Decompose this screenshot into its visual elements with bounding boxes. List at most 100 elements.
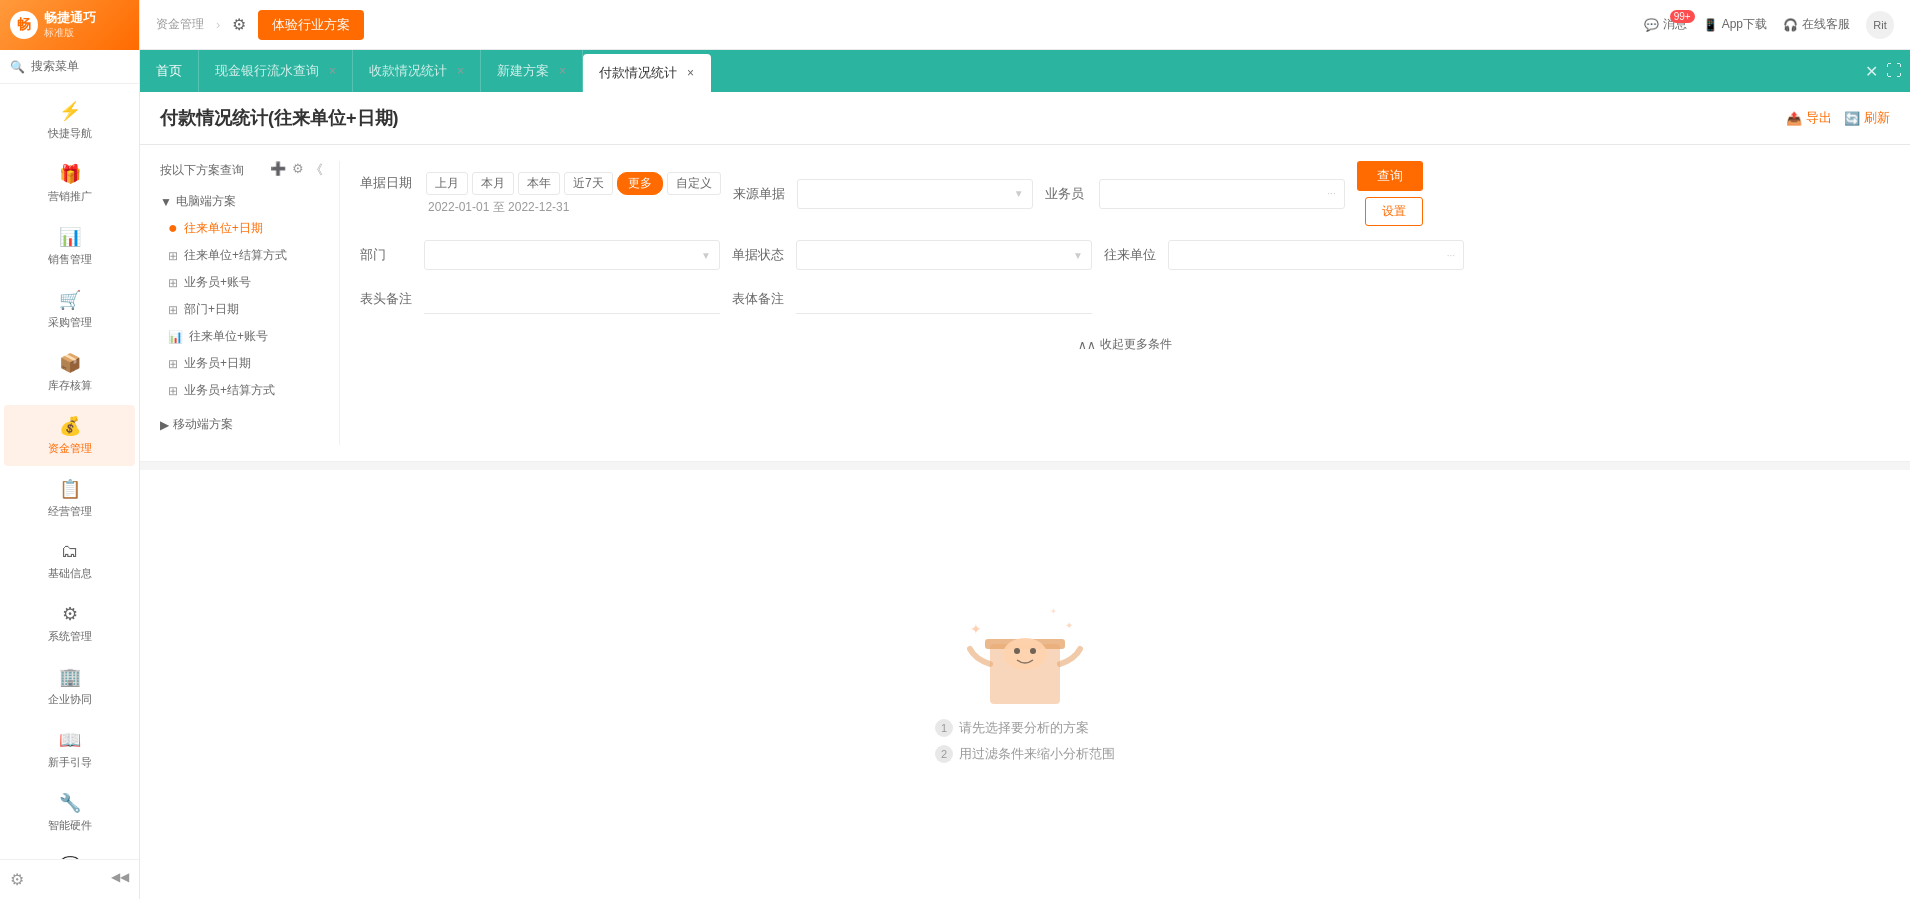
trial-btn[interactable]: 体验行业方案: [258, 10, 364, 40]
filter-cell-doc-status: 单据状态 ▼: [732, 240, 1092, 270]
sidebar-item-label-basic: 基础信息: [48, 566, 92, 581]
date-btn-7days[interactable]: 近7天: [564, 172, 613, 195]
sidebar-item-icon-guide: 📖: [59, 729, 81, 751]
filter-tree-item-icon-counterpart-settle: ⊞: [168, 249, 178, 263]
filter-tree-item-dept-date[interactable]: ⊞ 部门+日期: [160, 296, 323, 323]
sidebar-footer-settings-icon[interactable]: ⚙: [10, 870, 24, 889]
tab-close-all-icon[interactable]: ✕: [1865, 62, 1878, 81]
filter-sidebar-label: 按以下方案查询: [160, 162, 244, 179]
empty-text: 1 请先选择要分析的方案 2 用过滤条件来缩小分析范围: [935, 719, 1115, 771]
date-btn-more[interactable]: 更多: [617, 172, 663, 195]
filter-settings-icon[interactable]: ⚙: [292, 161, 304, 179]
query-btn[interactable]: 查询: [1357, 161, 1423, 191]
sidebar-item-guide[interactable]: 📖 新手引导: [4, 719, 135, 780]
date-btn-last-month[interactable]: 上月: [426, 172, 468, 195]
sidebar-footer-collapse-icon[interactable]: ◀◀: [111, 870, 129, 889]
export-btn[interactable]: 📤 导出: [1786, 109, 1832, 127]
user-avatar[interactable]: Rit: [1866, 11, 1894, 39]
filter-tree-item-staff-account[interactable]: ⊞ 业务员+账号: [160, 269, 323, 296]
sidebar-item-icon-operations: 📋: [59, 478, 81, 500]
tab-new-plan[interactable]: 新建方案 ×: [481, 50, 583, 92]
filter-tree-item-counterpart-date[interactable]: ● 往来单位+日期: [160, 214, 323, 242]
tab-bank-flow-close-icon[interactable]: ×: [329, 64, 336, 78]
sidebar-header: 畅 畅捷通巧 标准版: [0, 0, 139, 50]
sidebar-item-enterprise[interactable]: 🏢 企业协同: [4, 656, 135, 717]
sidebar-item-label-finance: 资金管理: [48, 441, 92, 456]
sidebar-item-icon-system: ⚙: [62, 603, 78, 625]
doc-status-select[interactable]: ▼: [796, 240, 1092, 270]
tab-home[interactable]: 首页: [140, 50, 199, 92]
sidebar-item-system[interactable]: ⚙ 系统管理: [4, 593, 135, 654]
dept-select[interactable]: ▼: [424, 240, 720, 270]
date-btn-this-month[interactable]: 本月: [472, 172, 514, 195]
staff-label: 业务员: [1045, 185, 1095, 203]
date-btn-this-year[interactable]: 本年: [518, 172, 560, 195]
filter-tree-item-counterpart-settle[interactable]: ⊞ 往来单位+结算方式: [160, 242, 323, 269]
doc-status-label: 单据状态: [732, 246, 792, 264]
sidebar-item-quick-nav[interactable]: ⚡ 快捷导航: [4, 90, 135, 151]
sidebar-item-operations[interactable]: 📋 经营管理: [4, 468, 135, 529]
svg-text:✦: ✦: [970, 621, 982, 637]
filter-tree-item-counterpart-account[interactable]: 📊 往来单位+账号: [160, 323, 323, 350]
sidebar-item-inventory[interactable]: 📦 库存核算: [4, 342, 135, 403]
collapse-bar[interactable]: ∧∧ 收起更多条件: [360, 328, 1890, 361]
sidebar-item-wechat[interactable]: 💬 企业微信: [4, 845, 135, 859]
sidebar-item-label-hardware: 智能硬件: [48, 818, 92, 833]
empty-text-item-2: 2 用过滤条件来缩小分析范围: [935, 745, 1115, 763]
filter-tree-item-staff-settle[interactable]: ⊞ 业务员+结算方式: [160, 377, 323, 404]
tab-new-plan-label: 新建方案: [497, 62, 549, 80]
tab-expand-icon[interactable]: ⛶: [1886, 62, 1902, 80]
notifications-btn[interactable]: 💬 消息 99+: [1644, 16, 1687, 33]
filter-tree-mobile-group: ▶ 移动端方案: [160, 412, 323, 437]
sidebar-item-icon-sales: 📊: [59, 226, 81, 248]
page-header: 付款情况统计(往来单位+日期) 📤 导出 🔄 刷新: [140, 92, 1910, 145]
tab-payment-plan[interactable]: 付款情况统计 ×: [583, 54, 711, 92]
sidebar-item-label-purchase: 采购管理: [48, 315, 92, 330]
sidebar-logo-text: 畅捷通巧 标准版: [44, 10, 96, 40]
filter-cell-date: 单据日期 上月 本月 本年 近7天 更多 自定义: [360, 172, 721, 216]
staff-select[interactable]: ···: [1099, 179, 1345, 209]
notifications-badge: 99+: [1670, 10, 1695, 23]
body-note-input[interactable]: [796, 284, 1092, 314]
tab-bank-flow[interactable]: 现金银行流水查询 ×: [199, 50, 353, 92]
filter-collapse-icon[interactable]: 《: [310, 161, 323, 179]
source-select[interactable]: ▼: [797, 179, 1033, 209]
filter-tree-item-staff-date[interactable]: ⊞ 业务员+日期: [160, 350, 323, 377]
sidebar-item-hardware[interactable]: 🔧 智能硬件: [4, 782, 135, 843]
tab-payment-stats-close-icon[interactable]: ×: [457, 64, 464, 78]
sidebar-item-icon-purchase: 🛒: [59, 289, 81, 311]
refresh-btn[interactable]: 🔄 刷新: [1844, 109, 1890, 127]
filter-tree-item-label-counterpart-account: 往来单位+账号: [189, 328, 268, 345]
sidebar-item-basic[interactable]: 🗂 基础信息: [4, 531, 135, 591]
filter-tree-mobile-header[interactable]: ▶ 移动端方案: [160, 412, 323, 437]
sidebar-item-sales[interactable]: 📊 销售管理: [4, 216, 135, 277]
sidebar-item-label-inventory: 库存核算: [48, 378, 92, 393]
tab-new-plan-close-icon[interactable]: ×: [559, 64, 566, 78]
sidebar-item-finance[interactable]: 💰 资金管理: [4, 405, 135, 466]
tab-payment-stats[interactable]: 收款情况统计 ×: [353, 50, 481, 92]
tab-payment-plan-close-icon[interactable]: ×: [687, 66, 694, 80]
app-download-btn[interactable]: 📱 App下载: [1703, 16, 1767, 33]
sidebar-item-label-enterprise: 企业协同: [48, 692, 92, 707]
date-quick-btns: 上月 本月 本年 近7天 更多 自定义: [426, 172, 721, 195]
filter-add-icon[interactable]: ➕: [270, 161, 286, 179]
body-note-label: 表体备注: [732, 290, 792, 308]
filter-tree-item-label-counterpart-date: 往来单位+日期: [184, 220, 263, 237]
sidebar-search[interactable]: 🔍 搜索菜单: [0, 50, 139, 84]
refresh-icon: 🔄: [1844, 111, 1860, 126]
content-area: 付款情况统计(往来单位+日期) 📤 导出 🔄 刷新: [140, 92, 1910, 899]
topbar-settings-icon[interactable]: ⚙: [232, 15, 246, 34]
sidebar-item-marketing[interactable]: 🎁 营销推广: [4, 153, 135, 214]
filter-tree-item-icon-staff-settle: ⊞: [168, 384, 178, 398]
filter-settings-btn[interactable]: 设置: [1365, 197, 1423, 226]
sidebar-item-icon-quick-nav: ⚡: [59, 100, 81, 122]
date-btn-custom[interactable]: 自定义: [667, 172, 721, 195]
counterpart-select[interactable]: ···: [1168, 240, 1464, 270]
online-service-btn[interactable]: 🎧 在线客服: [1783, 16, 1850, 33]
sidebar-item-icon-wechat: 💬: [59, 855, 81, 859]
filter-tree-desktop-header[interactable]: ▼ 电脑端方案: [160, 189, 323, 214]
tab-payment-plan-label: 付款情况统计: [599, 64, 677, 82]
sidebar-item-purchase[interactable]: 🛒 采购管理: [4, 279, 135, 340]
header-note-input[interactable]: [424, 284, 720, 314]
filter-row-2: 部门 ▼ 单据状态 ▼: [360, 240, 1890, 270]
